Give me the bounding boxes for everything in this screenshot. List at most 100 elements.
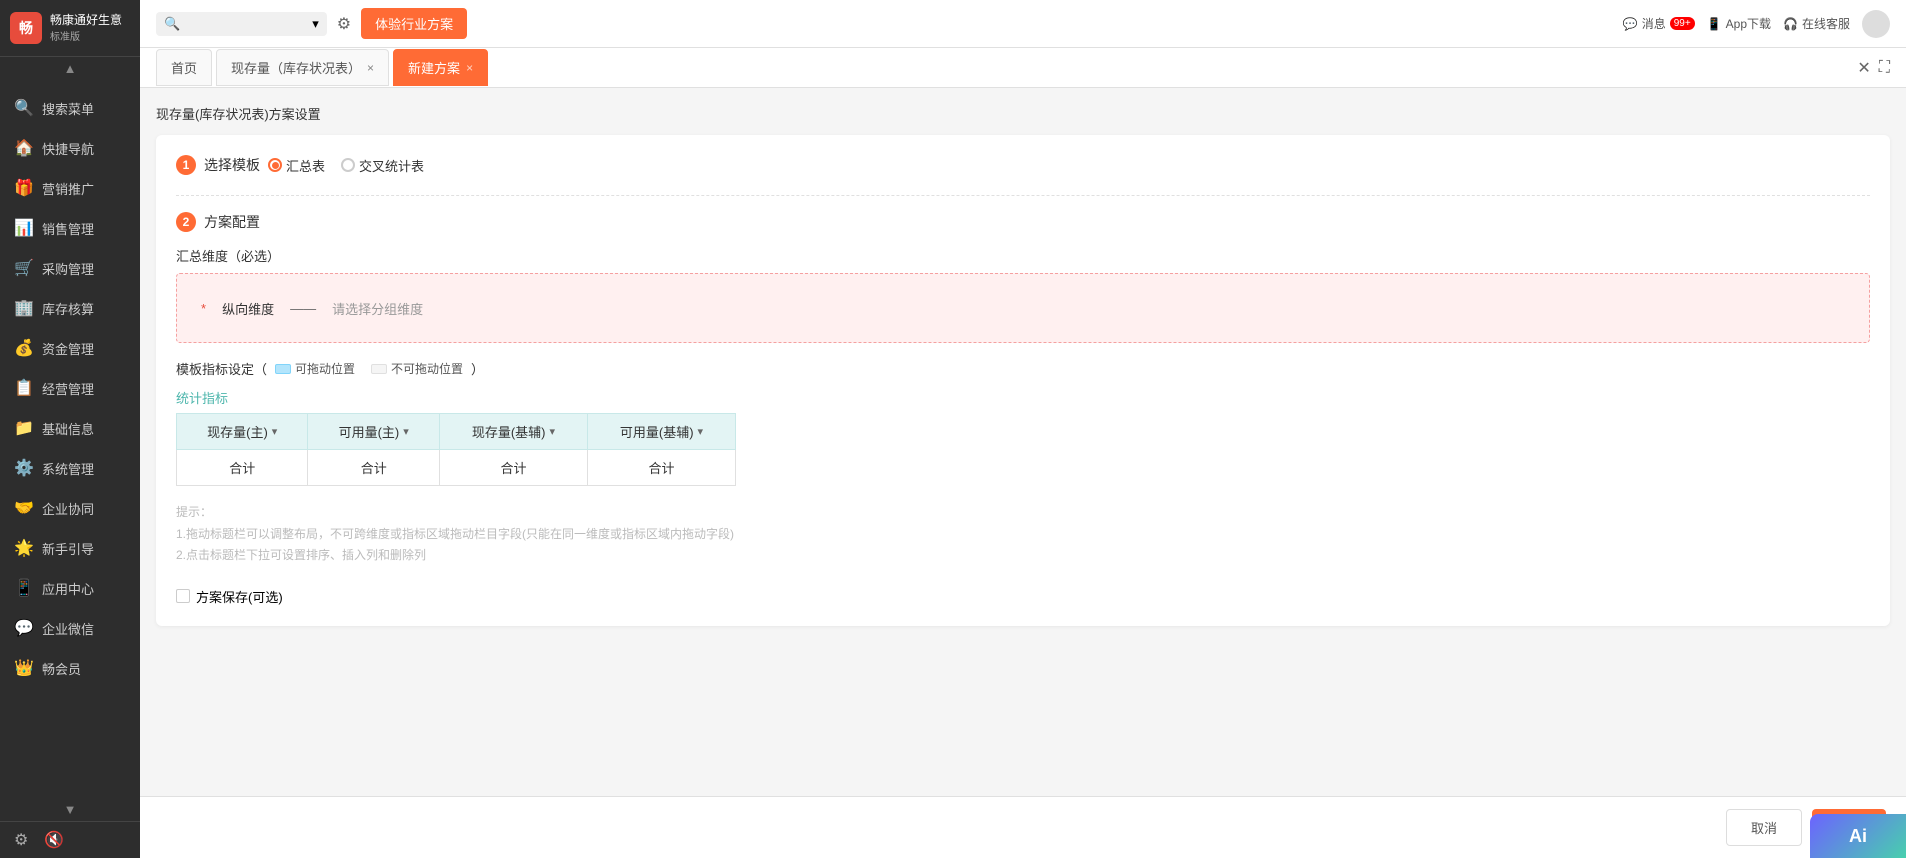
legend-non-draggable-label: 不可拖动位置	[391, 360, 463, 377]
mute-icon[interactable]: 🔇	[44, 830, 64, 850]
gear-settings-icon[interactable]: ⚙	[337, 14, 351, 34]
sidebar-item-basic[interactable]: 📁 基础信息	[0, 408, 140, 448]
radio-summary[interactable]: 汇总表	[268, 156, 325, 175]
col-aux-stock[interactable]: 现存量(基辅) ▾	[439, 414, 587, 450]
col-main-available-label: 可用量(主)	[339, 422, 400, 441]
window-expand-button[interactable]: ⛶	[1879, 58, 1890, 78]
dimension-dash: ——	[290, 301, 316, 316]
service-button[interactable]: 🎧 在线客服	[1783, 15, 1850, 32]
topbar-search[interactable]: 🔍 ▾	[156, 12, 327, 36]
search-input[interactable]	[186, 17, 306, 31]
sidebar-item-wechat[interactable]: 💬 企业微信	[0, 608, 140, 648]
sidebar-item-shortcut[interactable]: 🏠 快捷导航	[0, 128, 140, 168]
sidebar-item-member[interactable]: 👑 畅会员	[0, 648, 140, 688]
message-icon: 💬	[1623, 17, 1638, 31]
sidebar-item-appcenter[interactable]: 📱 应用中心	[0, 568, 140, 608]
tab-new-plan[interactable]: 新建方案 ×	[393, 49, 488, 86]
legend-draggable: 可拖动位置	[275, 360, 355, 377]
mobile-icon: 📱	[14, 578, 34, 598]
gear-icon: ⚙️	[14, 458, 34, 478]
tab-inventory-status[interactable]: 现存量（库存状况表） ×	[216, 49, 389, 86]
col-aux-available[interactable]: 可用量(基辅) ▾	[587, 414, 735, 450]
service-label: 在线客服	[1802, 15, 1850, 32]
brand-sub: 标准版	[50, 28, 122, 43]
search-icon: 🔍	[164, 16, 180, 32]
sidebar-item-label: 新手引导	[42, 539, 94, 558]
radio-cross-circle	[341, 158, 355, 172]
legend-non-draggable-box	[371, 364, 387, 374]
hint-item-2: 2.点击标题栏下拉可设置排序、插入列和删除列	[176, 545, 1870, 567]
sidebar-brand: 畅 畅康通好生意 标准版	[0, 0, 140, 57]
sidebar-item-newbie[interactable]: 🌟 新手引导	[0, 528, 140, 568]
sidebar-item-label: 搜索菜单	[42, 99, 94, 118]
ai-fab-label: Ai	[1849, 826, 1867, 847]
save-plan-checkbox-box[interactable]	[176, 589, 190, 603]
hint-section: 提示： 1.拖动标题栏可以调整布局，不可跨维度或指标区域拖动栏目字段(只能在同一…	[176, 502, 1870, 567]
cell-aux-stock-sub: 合计	[439, 450, 587, 486]
sidebar-item-label: 畅会员	[42, 659, 81, 678]
handshake-icon: 🤝	[14, 498, 34, 518]
cancel-button[interactable]: 取消	[1726, 809, 1802, 846]
settings-icon[interactable]: ⚙	[14, 830, 28, 850]
sidebar-scroll-down[interactable]: ▼	[0, 798, 140, 821]
star-icon: 🌟	[14, 538, 34, 558]
col-aux-stock-label: 现存量(基辅)	[472, 422, 546, 441]
sidebar-nav: 🔍 搜索菜单 🏠 快捷导航 🎁 营销推广 📊 销售管理 🛒 采购管理 🏢 库存核…	[0, 80, 140, 798]
chevron-down-icon: ▾	[312, 16, 319, 32]
sidebar-item-label: 应用中心	[42, 579, 94, 598]
sidebar-item-search[interactable]: 🔍 搜索菜单	[0, 88, 140, 128]
sidebar-item-marketing[interactable]: 🎁 营销推广	[0, 168, 140, 208]
tab-inventory-close[interactable]: ×	[367, 61, 374, 75]
sidebar-item-operations[interactable]: 📋 经营管理	[0, 368, 140, 408]
sidebar-item-label: 基础信息	[42, 419, 94, 438]
col-aux-available-label: 可用量(基辅)	[620, 422, 694, 441]
page-title: 现存量(库存状况表)方案设置	[156, 104, 1890, 123]
radio-cross[interactable]: 交叉统计表	[341, 156, 424, 175]
industry-plan-button[interactable]: 体验行业方案	[361, 8, 467, 39]
sidebar-item-finance[interactable]: 💰 资金管理	[0, 328, 140, 368]
message-button[interactable]: 💬 消息 99+	[1623, 15, 1695, 32]
content-area: 现存量(库存状况表)方案设置 1 选择模板 汇总表 交叉统计表	[140, 88, 1906, 796]
cell-aux-available-sub: 合计	[587, 450, 735, 486]
tab-inventory-label: 现存量（库存状况表）	[231, 58, 361, 77]
legend-draggable-box	[275, 364, 291, 374]
app-label: App下载	[1726, 15, 1771, 32]
indicator-settings-label: 模板指标设定（ 可拖动位置 不可拖动位置 ）	[176, 359, 1870, 378]
sidebar-scroll-up[interactable]: ▲	[0, 57, 140, 80]
radio-summary-circle	[268, 158, 282, 172]
sidebar-item-label: 快捷导航	[42, 139, 94, 158]
sidebar-item-label: 企业协同	[42, 499, 94, 518]
sidebar-item-label: 企业微信	[42, 619, 94, 638]
col-main-stock-chevron: ▾	[272, 425, 278, 438]
sidebar-item-label: 采购管理	[42, 259, 94, 278]
indicator-legend: 可拖动位置 不可拖动位置	[275, 360, 463, 377]
save-plan-label: 方案保存(可选)	[196, 587, 283, 606]
tab-home[interactable]: 首页	[156, 49, 212, 86]
required-mark: *	[201, 301, 206, 316]
col-aux-available-chevron: ▾	[698, 425, 704, 438]
sidebar-item-purchase[interactable]: 🛒 采购管理	[0, 248, 140, 288]
col-main-stock[interactable]: 现存量(主) ▾	[177, 414, 308, 450]
step1-badge: 1	[176, 155, 196, 175]
headset-icon: 🎧	[1783, 17, 1798, 31]
hint-item-1: 1.拖动标题栏可以调整布局，不可跨维度或指标区域拖动栏目字段(只能在同一维度或指…	[176, 524, 1870, 546]
tab-new-plan-close[interactable]: ×	[466, 61, 473, 75]
plan-settings-card: 1 选择模板 汇总表 交叉统计表	[156, 135, 1890, 626]
folder-icon: 📁	[14, 418, 34, 438]
dimension-area[interactable]: * 纵向维度 —— 请选择分组维度	[176, 273, 1870, 343]
step1-title: 选择模板	[204, 155, 260, 175]
sidebar-item-system[interactable]: ⚙️ 系统管理	[0, 448, 140, 488]
ai-fab-button[interactable]: Ai	[1810, 814, 1906, 858]
window-close-button[interactable]: ✕	[1857, 58, 1870, 78]
save-plan-checkbox[interactable]: 方案保存(可选)	[176, 587, 283, 606]
sidebar-item-sales[interactable]: 📊 销售管理	[0, 208, 140, 248]
chat-icon: 💬	[14, 618, 34, 638]
sidebar-item-label: 营销推广	[42, 179, 94, 198]
sidebar-item-enterprise[interactable]: 🤝 企业协同	[0, 488, 140, 528]
avatar[interactable]	[1862, 10, 1890, 38]
sidebar-item-inventory[interactable]: 🏢 库存核算	[0, 288, 140, 328]
tab-window-actions: ✕ ⛶	[1857, 58, 1890, 78]
app-download-button[interactable]: 📱 App下载	[1707, 15, 1771, 32]
col-main-available[interactable]: 可用量(主) ▾	[308, 414, 439, 450]
message-label: 消息	[1642, 15, 1666, 32]
